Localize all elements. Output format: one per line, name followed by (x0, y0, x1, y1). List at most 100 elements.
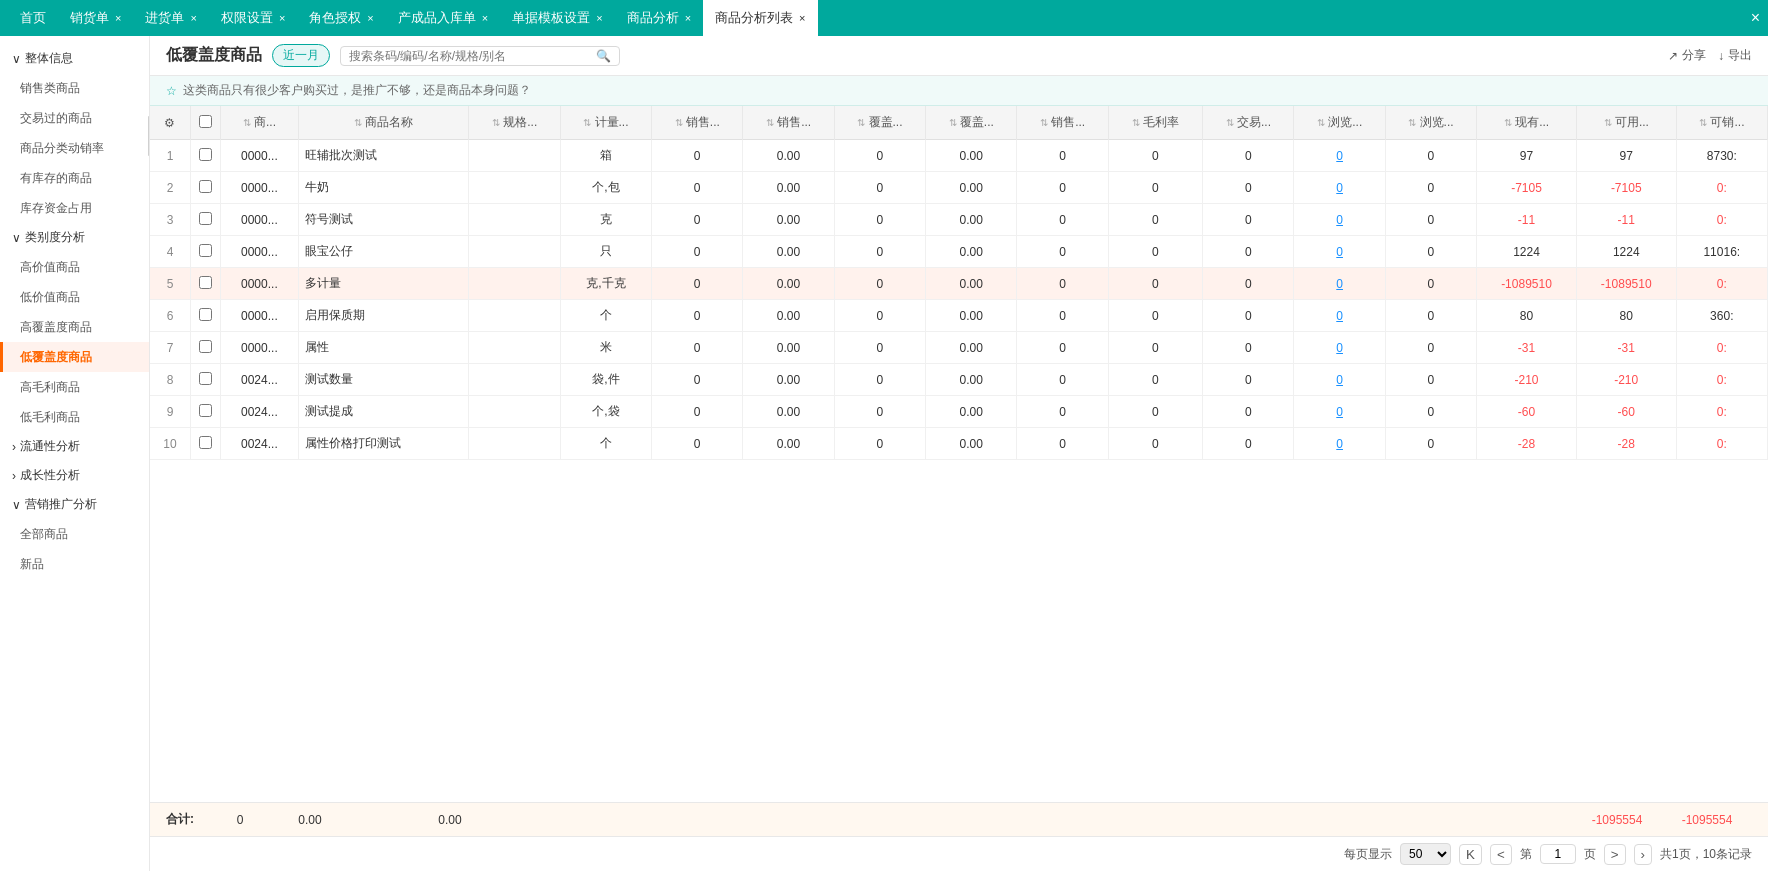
nav-tab-production[interactable]: 产成品入库单 × (386, 0, 500, 36)
close-icon[interactable]: × (596, 12, 602, 24)
table-container[interactable]: ⚙ ⇅ 商... ⇅ 商品名称 ⇅ 规格... ⇅ 计量... ⇅ 销售... … (150, 106, 1768, 802)
row-browse-count1[interactable]: 0 (1294, 364, 1385, 396)
row-code: 0000... (220, 172, 298, 204)
row-checkbox[interactable] (199, 404, 212, 417)
sidebar-item-low-coverage[interactable]: 低覆盖度商品 (0, 342, 149, 372)
code-column-header[interactable]: ⇅ 商... (220, 106, 298, 140)
row-num: 4 (150, 236, 190, 268)
select-all-checkbox[interactable] (199, 115, 212, 128)
coverage-rate-column-header[interactable]: ⇅ 覆盖... (926, 106, 1017, 140)
row-browse-count1[interactable]: 0 (1294, 172, 1385, 204)
current-stock-column-header[interactable]: ⇅ 现有... (1477, 106, 1577, 140)
sidebar-section-growth[interactable]: › 成长性分析 (0, 461, 149, 490)
close-icon[interactable]: × (482, 12, 488, 24)
sidebar-item-new-products[interactable]: 新品 (0, 549, 149, 579)
close-icon[interactable]: × (279, 12, 285, 24)
close-icon[interactable]: × (367, 12, 373, 24)
search-icon[interactable]: 🔍 (596, 49, 611, 63)
row-checkbox[interactable] (199, 436, 212, 449)
nav-tab-purchase[interactable]: 进货单 × (133, 0, 208, 36)
sidebar-item-stocked-products[interactable]: 有库存的商品 (0, 163, 149, 193)
page-title: 低覆盖度商品 (166, 45, 262, 66)
page-number-input[interactable] (1540, 844, 1576, 864)
row-sales-days: 0 (1017, 236, 1108, 268)
sidebar-item-inventory-capital[interactable]: 库存资金占用 (0, 193, 149, 223)
nav-tab-home[interactable]: 首页 (8, 0, 58, 36)
sidebar-item-high-value[interactable]: 高价值商品 (0, 252, 149, 282)
first-page-button[interactable]: K (1459, 844, 1482, 865)
browse-count2-column-header[interactable]: ⇅ 浏览... (1385, 106, 1476, 140)
close-icon[interactable]: × (190, 12, 196, 24)
row-browse-count1[interactable]: 0 (1294, 396, 1385, 428)
share-button[interactable]: ↗ 分享 (1668, 47, 1706, 64)
row-checkbox[interactable] (199, 308, 212, 321)
close-icon[interactable]: × (799, 12, 805, 24)
sales-qty-column-header[interactable]: ⇅ 销售... (652, 106, 743, 140)
nav-tab-analysis[interactable]: 商品分析 × (615, 0, 703, 36)
row-checkbox[interactable] (199, 340, 212, 353)
row-current-stock: -31 (1477, 332, 1577, 364)
close-all-button[interactable]: × (1751, 9, 1760, 27)
nav-tab-analysis-list[interactable]: 商品分析列表 × (703, 0, 817, 36)
row-browse-count1[interactable]: 0 (1294, 236, 1385, 268)
row-coverage-count: 0 (834, 268, 925, 300)
footer-cells: 0 0.00 0.00 -1095554 -1095554 (210, 813, 1752, 827)
row-checkbox[interactable] (199, 244, 212, 257)
sidebar-item-category-sales-rate[interactable]: 商品分类动销率 (0, 133, 149, 163)
row-code: 0000... (220, 140, 298, 172)
sales-amount-column-header[interactable]: ⇅ 销售... (743, 106, 834, 140)
row-checkbox[interactable] (199, 180, 212, 193)
coverage-count-column-header[interactable]: ⇅ 覆盖... (834, 106, 925, 140)
row-browse-count1[interactable]: 0 (1294, 268, 1385, 300)
sales-days-column-header[interactable]: ⇅ 销售... (1017, 106, 1108, 140)
row-browse-count1[interactable]: 0 (1294, 300, 1385, 332)
unit-column-header[interactable]: ⇅ 计量... (560, 106, 651, 140)
row-browse-count1[interactable]: 0 (1294, 428, 1385, 460)
footer-available-stock: -1095554 (1662, 813, 1752, 827)
row-browse-count1[interactable]: 0 (1294, 140, 1385, 172)
close-icon[interactable]: × (115, 12, 121, 24)
chevron-right-icon: › (12, 440, 16, 454)
sidebar-item-high-coverage[interactable]: 高覆盖度商品 (0, 312, 149, 342)
sidebar-item-all-products[interactable]: 全部商品 (0, 519, 149, 549)
prev-page-button[interactable]: < (1490, 844, 1512, 865)
browse-count1-column-header[interactable]: ⇅ 浏览... (1294, 106, 1385, 140)
settings-column-header[interactable]: ⚙ (150, 106, 190, 140)
next-page-button[interactable]: > (1604, 844, 1626, 865)
row-coverage-count: 0 (834, 172, 925, 204)
sidebar-item-high-margin[interactable]: 高毛利商品 (0, 372, 149, 402)
sidebar-section-liquidity[interactable]: › 流通性分析 (0, 432, 149, 461)
sidebar-section-overall[interactable]: ∨ 整体信息 (0, 44, 149, 73)
sidebar-item-sales-products[interactable]: 销售类商品 (0, 73, 149, 103)
page-size-select[interactable]: 50 100 200 (1400, 843, 1451, 865)
sidebar-item-low-value[interactable]: 低价值商品 (0, 282, 149, 312)
row-browse-count1[interactable]: 0 (1294, 204, 1385, 236)
sidebar-section-marketing[interactable]: ∨ 营销推广分析 (0, 490, 149, 519)
sidebar-section-category[interactable]: ∨ 类别度分析 (0, 223, 149, 252)
name-column-header[interactable]: ⇅ 商品名称 (298, 106, 469, 140)
last-page-button[interactable]: › (1634, 844, 1652, 865)
row-sellable: 0: (1676, 268, 1767, 300)
row-checkbox[interactable] (199, 148, 212, 161)
search-input[interactable] (349, 49, 592, 63)
sidebar-item-low-margin[interactable]: 低毛利商品 (0, 402, 149, 432)
row-browse-count2: 0 (1385, 172, 1476, 204)
sellable-column-header[interactable]: ⇅ 可销... (1676, 106, 1767, 140)
row-checkbox[interactable] (199, 276, 212, 289)
available-stock-column-header[interactable]: ⇅ 可用... (1576, 106, 1676, 140)
nav-tab-sales[interactable]: 销货单 × (58, 0, 133, 36)
row-browse-count1[interactable]: 0 (1294, 332, 1385, 364)
nav-tab-template[interactable]: 单据模板设置 × (500, 0, 614, 36)
row-checkbox[interactable] (199, 372, 212, 385)
row-checkbox[interactable] (199, 212, 212, 225)
export-button[interactable]: ↓ 导出 (1718, 47, 1752, 64)
close-icon[interactable]: × (685, 12, 691, 24)
nav-tab-permission[interactable]: 权限设置 × (209, 0, 297, 36)
filter-recent-month-button[interactable]: 近一月 (272, 44, 330, 67)
trade-count-column-header[interactable]: ⇅ 交易... (1203, 106, 1294, 140)
row-unit: 只 (560, 236, 651, 268)
sidebar-item-traded-products[interactable]: 交易过的商品 (0, 103, 149, 133)
gross-margin-column-header[interactable]: ⇅ 毛利率 (1108, 106, 1202, 140)
spec-column-header[interactable]: ⇅ 规格... (469, 106, 560, 140)
nav-tab-role[interactable]: 角色授权 × (297, 0, 385, 36)
